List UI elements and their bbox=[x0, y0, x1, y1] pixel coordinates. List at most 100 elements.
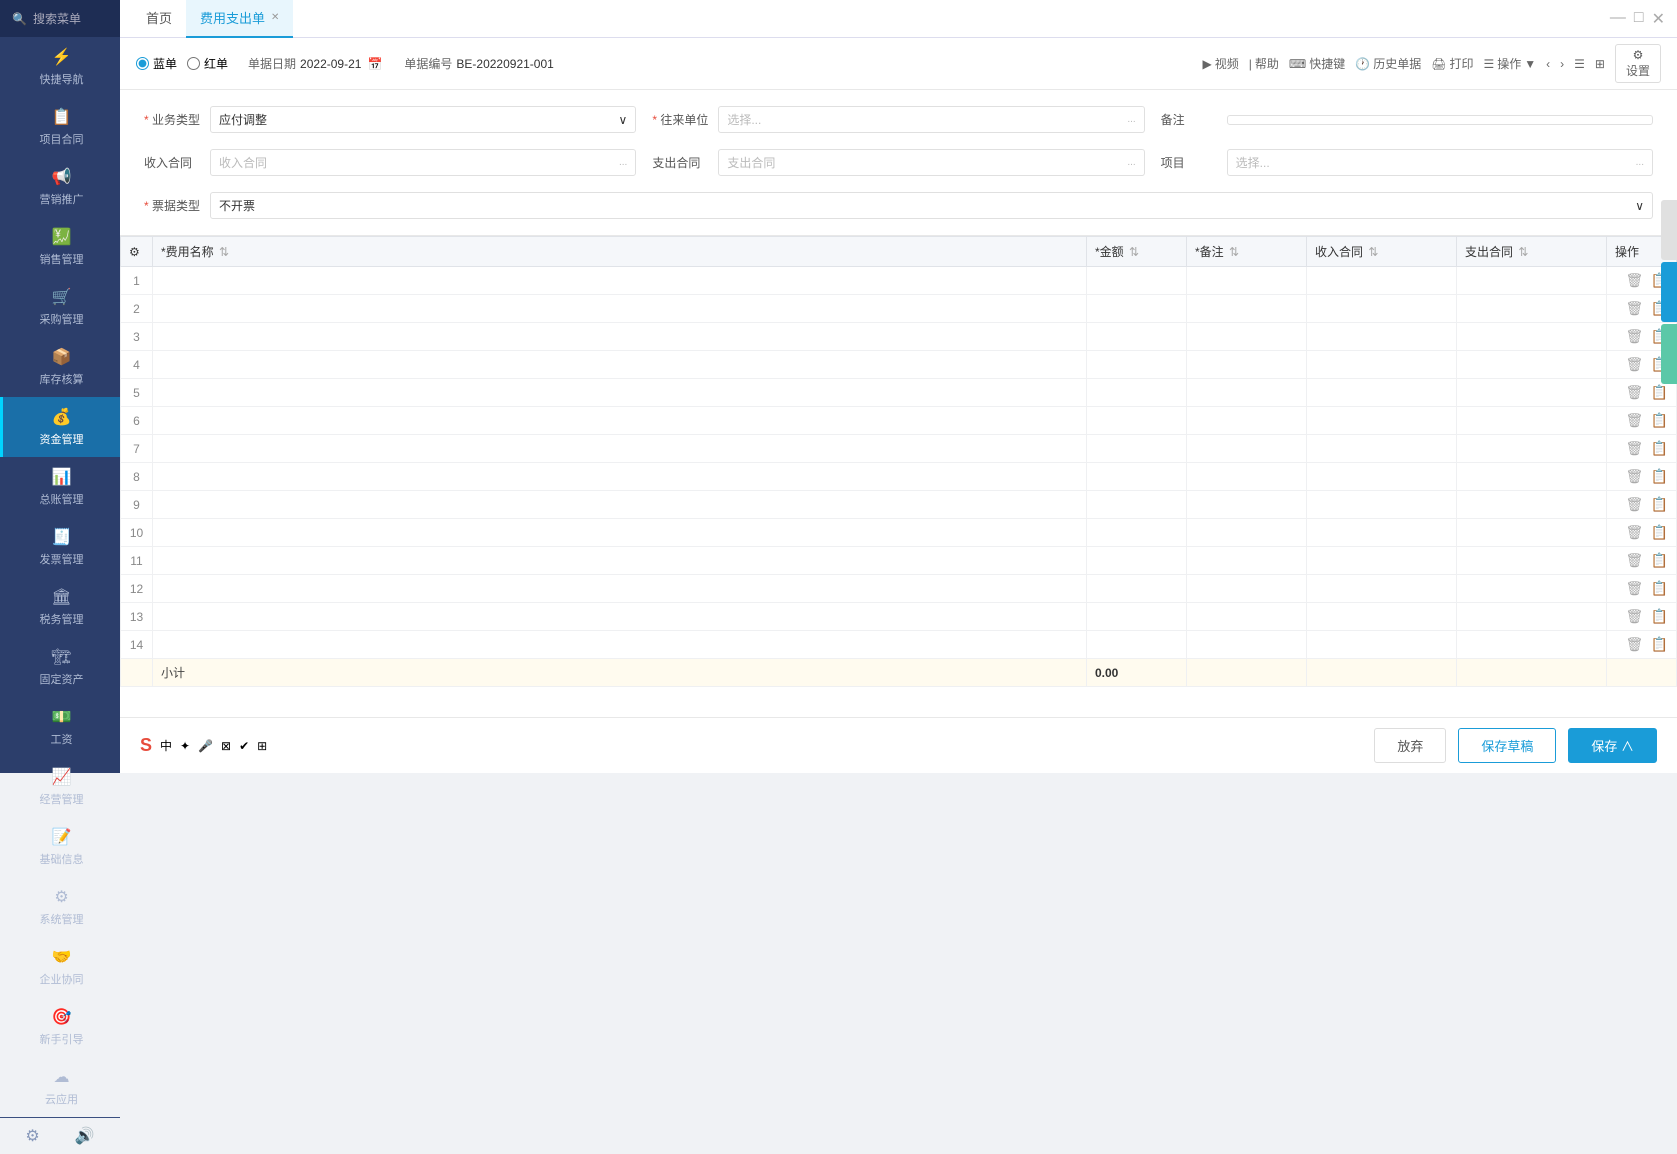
row-income-contract[interactable] bbox=[1307, 631, 1457, 659]
shortcuts-action[interactable]: ⌨ 快捷键 bbox=[1289, 55, 1345, 72]
sidebar-item-salary[interactable]: 💵 工资 bbox=[0, 697, 120, 757]
tab-expense[interactable]: 费用支出单✕ bbox=[186, 0, 293, 38]
history-action[interactable]: 🕐 历史单据 bbox=[1355, 55, 1421, 72]
sidebar-item-tax[interactable]: 🏛 税务管理 bbox=[0, 577, 120, 637]
row-expense-name[interactable] bbox=[153, 491, 1087, 519]
row-amount[interactable] bbox=[1087, 631, 1187, 659]
row-delete-icon[interactable]: 🗑 bbox=[1625, 356, 1643, 372]
row-copy-icon[interactable]: 📋 bbox=[1651, 496, 1668, 512]
discard-button[interactable]: 放弃 bbox=[1374, 728, 1446, 763]
row-remark[interactable] bbox=[1187, 547, 1307, 575]
row-expense-contract[interactable] bbox=[1457, 435, 1607, 463]
row-remark[interactable] bbox=[1187, 323, 1307, 351]
row-expense-name[interactable] bbox=[153, 547, 1087, 575]
row-remark[interactable] bbox=[1187, 295, 1307, 323]
row-expense-name[interactable] bbox=[153, 323, 1087, 351]
row-expense-name[interactable] bbox=[153, 351, 1087, 379]
radio-blue[interactable]: 蓝单 bbox=[136, 55, 177, 72]
row-amount[interactable] bbox=[1087, 463, 1187, 491]
date-value[interactable]: 2022-09-21 bbox=[300, 57, 361, 71]
row-expense-name[interactable] bbox=[153, 435, 1087, 463]
row-income-contract[interactable] bbox=[1307, 379, 1457, 407]
footer-icon-2[interactable]: ✦ bbox=[180, 739, 190, 753]
row-remark[interactable] bbox=[1187, 463, 1307, 491]
row-copy-icon[interactable]: 📋 bbox=[1651, 440, 1668, 456]
row-income-contract[interactable] bbox=[1307, 519, 1457, 547]
help-action[interactable]: | 帮助 bbox=[1249, 55, 1279, 72]
row-expense-contract[interactable] bbox=[1457, 323, 1607, 351]
row-expense-contract[interactable] bbox=[1457, 463, 1607, 491]
row-income-contract[interactable] bbox=[1307, 323, 1457, 351]
row-income-contract[interactable] bbox=[1307, 603, 1457, 631]
row-expense-name[interactable] bbox=[153, 295, 1087, 323]
sidebar-item-cloud-apps[interactable]: ☁ 云应用 bbox=[0, 1057, 120, 1117]
sidebar-item-accounting[interactable]: 📊 总账管理 bbox=[0, 457, 120, 517]
row-copy-icon[interactable]: 📋 bbox=[1651, 468, 1668, 484]
tab-close-expense[interactable]: ✕ bbox=[271, 12, 279, 23]
row-remark[interactable] bbox=[1187, 491, 1307, 519]
save-button[interactable]: 保存 ∧ bbox=[1568, 728, 1657, 763]
row-remark[interactable] bbox=[1187, 519, 1307, 547]
row-expense-name[interactable] bbox=[153, 631, 1087, 659]
row-income-contract[interactable] bbox=[1307, 295, 1457, 323]
save-draft-button[interactable]: 保存草稿 bbox=[1458, 728, 1556, 763]
row-delete-icon[interactable]: 🗑 bbox=[1625, 608, 1643, 624]
footer-icon-1[interactable]: 中 bbox=[160, 737, 172, 754]
row-copy-icon[interactable]: 📋 bbox=[1651, 636, 1668, 652]
sort-icon-amount[interactable]: ⇅ bbox=[1129, 245, 1139, 259]
row-remark[interactable] bbox=[1187, 267, 1307, 295]
maximize-button[interactable]: □ bbox=[1634, 9, 1644, 29]
project-input[interactable]: 选择... ... bbox=[1227, 149, 1653, 176]
nav-next[interactable]: › bbox=[1560, 57, 1564, 71]
row-copy-icon[interactable]: 📋 bbox=[1651, 580, 1668, 596]
row-income-contract[interactable] bbox=[1307, 435, 1457, 463]
row-income-contract[interactable] bbox=[1307, 575, 1457, 603]
sidebar-item-quick-nav[interactable]: ⚡ 快捷导航 bbox=[0, 37, 120, 97]
row-delete-icon[interactable]: 🗑 bbox=[1625, 412, 1643, 428]
video-action[interactable]: ▶ 视频 bbox=[1203, 55, 1239, 72]
row-expense-name[interactable] bbox=[153, 463, 1087, 491]
row-amount[interactable] bbox=[1087, 603, 1187, 631]
row-delete-icon[interactable]: 🗑 bbox=[1625, 328, 1643, 344]
income-contract-input[interactable]: 收入合同 ... bbox=[210, 149, 636, 176]
expense-contract-input[interactable]: 支出合同 ... bbox=[718, 149, 1144, 176]
right-tab-3[interactable] bbox=[1661, 324, 1677, 384]
right-tab-1[interactable] bbox=[1661, 200, 1677, 260]
row-expense-contract[interactable] bbox=[1457, 295, 1607, 323]
radio-red[interactable]: 红单 bbox=[187, 55, 228, 72]
row-copy-icon[interactable]: 📋 bbox=[1651, 412, 1668, 428]
calendar-icon[interactable]: 📅 bbox=[367, 57, 382, 71]
footer-icon-6[interactable]: ⊞ bbox=[257, 739, 267, 753]
row-delete-icon[interactable]: 🗑 bbox=[1625, 468, 1643, 484]
view-list-icon[interactable]: ☰ bbox=[1574, 57, 1585, 71]
col-settings[interactable]: ⚙ bbox=[121, 237, 153, 267]
row-amount[interactable] bbox=[1087, 491, 1187, 519]
sidebar-item-purchase[interactable]: 🛒 采购管理 bbox=[0, 277, 120, 337]
footer-icon-5[interactable]: ✔ bbox=[239, 739, 249, 753]
row-expense-contract[interactable] bbox=[1457, 603, 1607, 631]
audio-icon[interactable]: 🔊 bbox=[75, 1126, 95, 1146]
row-amount[interactable] bbox=[1087, 547, 1187, 575]
row-expense-name[interactable] bbox=[153, 407, 1087, 435]
row-income-contract[interactable] bbox=[1307, 267, 1457, 295]
sidebar-item-new-guide[interactable]: 🎯 新手引导 bbox=[0, 997, 120, 1057]
row-amount[interactable] bbox=[1087, 435, 1187, 463]
row-expense-name[interactable] bbox=[153, 379, 1087, 407]
row-copy-icon[interactable]: 📋 bbox=[1651, 552, 1668, 568]
row-expense-name[interactable] bbox=[153, 575, 1087, 603]
row-expense-name[interactable] bbox=[153, 603, 1087, 631]
invoice-type-input[interactable]: 不开票 ∨ bbox=[210, 192, 1653, 219]
row-amount[interactable] bbox=[1087, 519, 1187, 547]
row-delete-icon[interactable]: 🗑 bbox=[1625, 552, 1643, 568]
sort-icon-expense-contract[interactable]: ⇅ bbox=[1518, 245, 1528, 259]
row-expense-contract[interactable] bbox=[1457, 351, 1607, 379]
footer-icon-4[interactable]: ⊠ bbox=[221, 739, 231, 753]
row-delete-icon[interactable]: 🗑 bbox=[1625, 636, 1643, 652]
row-amount[interactable] bbox=[1087, 323, 1187, 351]
sidebar-search[interactable]: 🔍 搜索菜单 bbox=[0, 0, 120, 37]
sidebar-item-enterprise[interactable]: 🤝 企业协同 bbox=[0, 937, 120, 997]
row-expense-name[interactable] bbox=[153, 267, 1087, 295]
row-income-contract[interactable] bbox=[1307, 547, 1457, 575]
operation-action[interactable]: ☰ 操作 ▼ bbox=[1483, 55, 1536, 72]
row-remark[interactable] bbox=[1187, 379, 1307, 407]
